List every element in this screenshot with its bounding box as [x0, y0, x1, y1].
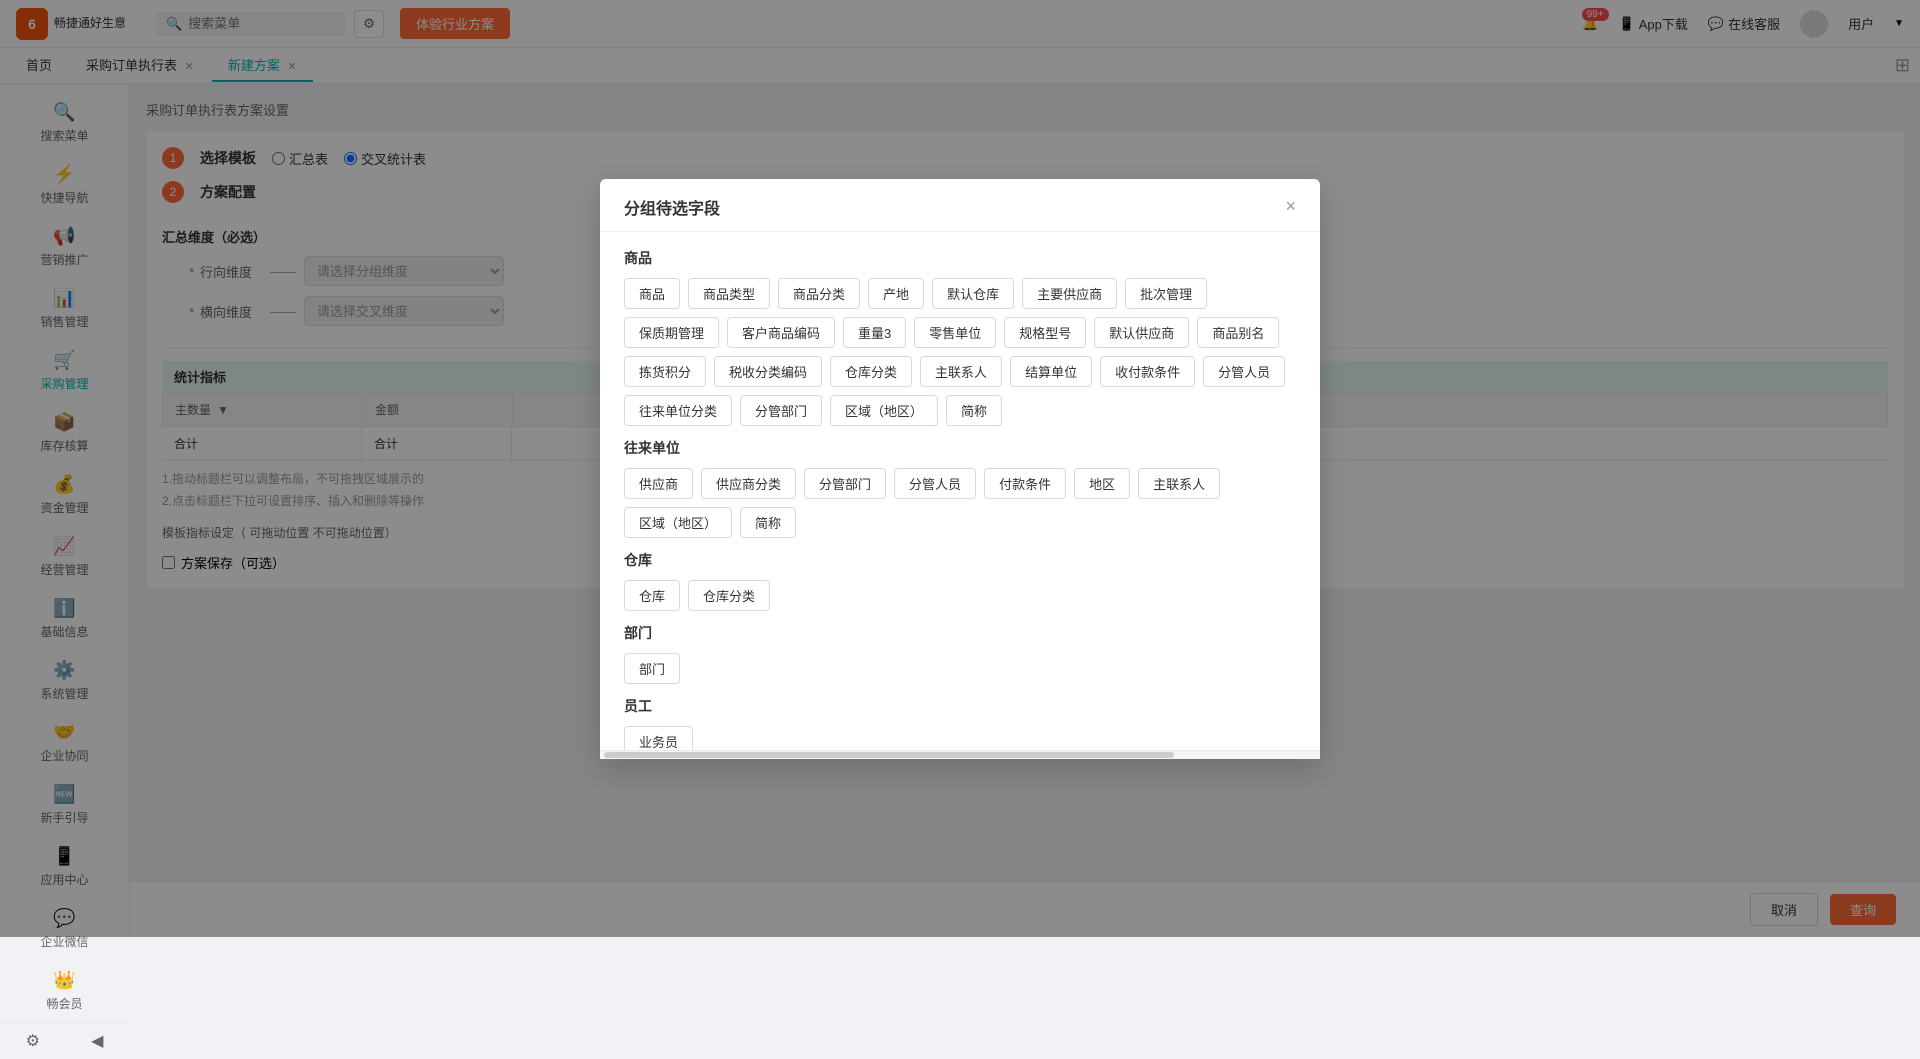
field-chip-0-0[interactable]: 商品 [624, 278, 680, 309]
modal-close-button[interactable]: × [1285, 196, 1296, 217]
field-chip-0-1[interactable]: 商品类型 [688, 278, 770, 309]
field-chip-0-4[interactable]: 默认仓库 [932, 278, 1014, 309]
field-chip-2-1[interactable]: 仓库分类 [688, 580, 770, 611]
sidebar-settings-icon[interactable]: ⚙ [26, 1031, 40, 1051]
field-chip-0-7[interactable]: 保质期管理 [624, 317, 719, 348]
field-chip-0-9[interactable]: 重量3 [843, 317, 906, 348]
modal-section-chips-0: 商品商品类型商品分类产地默认仓库主要供应商批次管理保质期管理客户商品编码重量3 零… [624, 278, 1296, 426]
field-chip-3-0[interactable]: 部门 [624, 653, 680, 684]
field-chip-0-16[interactable]: 仓库分类 [830, 356, 912, 387]
field-chip-1-6[interactable]: 主联系人 [1138, 468, 1220, 499]
field-chip-1-0[interactable]: 供应商 [624, 468, 693, 499]
modal-section-title-0: 商品 [624, 248, 1296, 268]
modal-section-title-3: 部门 [624, 623, 1296, 643]
modal-horizontal-scrollbar[interactable] [600, 750, 1320, 758]
crown-icon: 👑 [53, 970, 75, 991]
field-chip-0-22[interactable]: 分管部门 [740, 395, 822, 426]
hscroll-thumb [604, 752, 1174, 758]
field-chip-0-20[interactable]: 分管人员 [1203, 356, 1285, 387]
field-chip-0-15[interactable]: 税收分类编码 [714, 356, 822, 387]
field-chip-0-13[interactable]: 商品别名 [1197, 317, 1279, 348]
field-chip-1-7[interactable]: 区域（地区） [624, 507, 732, 538]
field-chip-0-19[interactable]: 收付款条件 [1100, 356, 1195, 387]
modal-section-chips-4: 业务员 [624, 726, 1296, 751]
field-chip-0-24[interactable]: 简称 [946, 395, 1002, 426]
modal-body: 商品商品商品类型商品分类产地默认仓库主要供应商批次管理保质期管理客户商品编码重量… [600, 232, 1320, 751]
field-chip-1-5[interactable]: 地区 [1074, 468, 1130, 499]
field-chip-1-8[interactable]: 简称 [740, 507, 796, 538]
field-chip-1-2[interactable]: 分管部门 [804, 468, 886, 499]
field-chip-0-5[interactable]: 主要供应商 [1022, 278, 1117, 309]
field-chip-0-11[interactable]: 规格型号 [1004, 317, 1086, 348]
modal-section-title-2: 仓库 [624, 550, 1296, 570]
modal-section-title-1: 往来单位 [624, 438, 1296, 458]
modal-section-title-4: 员工 [624, 696, 1296, 716]
field-chip-1-4[interactable]: 付款条件 [984, 468, 1066, 499]
field-chip-0-21[interactable]: 往来单位分类 [624, 395, 732, 426]
sidebar-toggle-icon[interactable]: ◀ [91, 1031, 103, 1051]
modal-backdrop: 分组待选字段 × 商品商品商品类型商品分类产地默认仓库主要供应商批次管理保质期管… [0, 0, 1920, 937]
field-chip-0-3[interactable]: 产地 [868, 278, 924, 309]
modal-header: 分组待选字段 × [600, 179, 1320, 232]
field-chip-0-6[interactable]: 批次管理 [1125, 278, 1207, 309]
field-chip-4-0[interactable]: 业务员 [624, 726, 693, 751]
field-select-modal: 分组待选字段 × 商品商品商品类型商品分类产地默认仓库主要供应商批次管理保质期管… [600, 179, 1320, 759]
field-chip-0-17[interactable]: 主联系人 [920, 356, 1002, 387]
field-chip-0-12[interactable]: 默认供应商 [1094, 317, 1189, 348]
modal-section-chips-1: 供应商供应商分类分管部门分管人员付款条件地区主联系人区域（地区） 简称 [624, 468, 1296, 538]
field-chip-2-0[interactable]: 仓库 [624, 580, 680, 611]
field-chip-0-14[interactable]: 拣货积分 [624, 356, 706, 387]
modal-section-chips-3: 部门 [624, 653, 1296, 684]
modal-section-chips-2: 仓库仓库分类 [624, 580, 1296, 611]
field-chip-0-10[interactable]: 零售单位 [914, 317, 996, 348]
field-chip-0-8[interactable]: 客户商品编码 [727, 317, 835, 348]
field-chip-1-1[interactable]: 供应商分类 [701, 468, 796, 499]
modal-title: 分组待选字段 [624, 195, 720, 219]
field-chip-0-2[interactable]: 商品分类 [778, 278, 860, 309]
field-chip-0-18[interactable]: 结算单位 [1010, 356, 1092, 387]
field-chip-1-3[interactable]: 分管人员 [894, 468, 976, 499]
field-chip-0-23[interactable]: 区域（地区） [830, 395, 938, 426]
sidebar-item-vip[interactable]: 👑 畅会员 [0, 960, 129, 1022]
